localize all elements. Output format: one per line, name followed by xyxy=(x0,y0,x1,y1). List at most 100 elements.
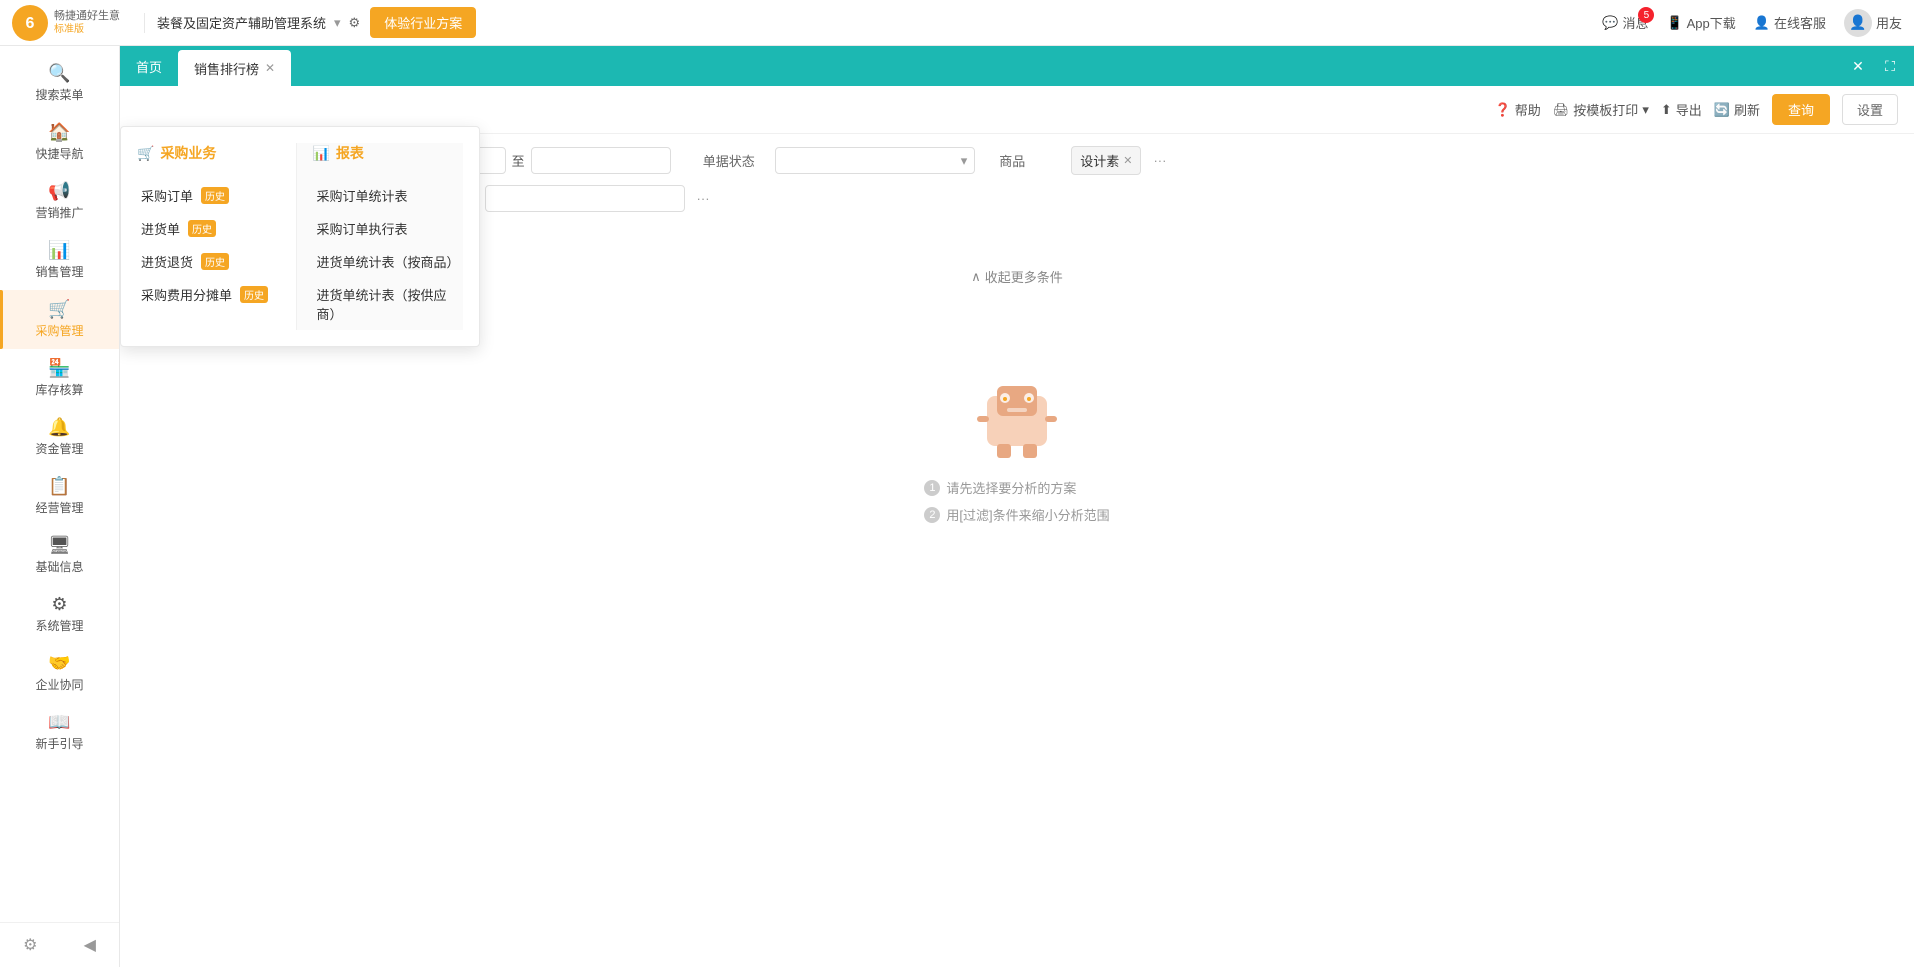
salesman-input[interactable] xyxy=(485,185,685,212)
logo-area: 6 畅捷通好生意 标准版 xyxy=(12,5,132,41)
tab-home[interactable]: 首页 xyxy=(120,46,178,86)
sidebar-item-search[interactable]: 🔍 搜索菜单 xyxy=(0,54,119,113)
logo-text: 畅捷通好生意 标准版 xyxy=(54,9,120,36)
system-chevron-icon[interactable]: ▾ xyxy=(334,15,341,31)
status-filter: ▾ xyxy=(775,147,968,174)
topbar: 6 畅捷通好生意 标准版 装餐及固定资产辅助管理系统 ▾ ⚙ 体验行业方案 💬 … xyxy=(0,0,1914,46)
empty-tips: 1 请先选择要分析的方案 2 用[过滤]条件来缩小分析范围 xyxy=(924,478,1109,524)
sidebar-item-purchase[interactable]: 🛒 采购管理 xyxy=(0,290,119,349)
sidebar-item-quick[interactable]: 🏠 快捷导航 xyxy=(0,113,119,172)
dropdown-item-order-stat[interactable]: 采购订单统计表 xyxy=(313,179,464,212)
collapse-up-icon: ∧ xyxy=(971,269,981,285)
dropdown-purchase-title: 🛒 采购业务 xyxy=(137,143,288,167)
sidebar-bottom: ⚙ ◀ xyxy=(0,922,119,967)
salesman-filter xyxy=(485,185,685,212)
collab-icon: 🤝 xyxy=(48,654,70,672)
hist-badge: 历史 xyxy=(201,253,229,270)
content-area: ❓ 帮助 🖨 按模板打印 ▾ ⬆ 导出 🔄 刷新 xyxy=(120,86,1914,967)
sidebar-item-inventory[interactable]: 🏪 库存核算 xyxy=(0,349,119,408)
purchase-dropdown-menu: 🛒 采购业务 采购订单 历史 进货单 历史 进货退货 xyxy=(120,126,480,347)
sidebar-item-system[interactable]: ⚙ 系统管理 xyxy=(0,585,119,644)
print-btn[interactable]: 🖨 按模板打印 ▾ xyxy=(1553,100,1649,119)
sidebar-item-marketing[interactable]: 📢 营销推广 xyxy=(0,172,119,231)
date-to-input[interactable]: 2024-12-31 xyxy=(531,147,671,174)
help-icon: ❓ xyxy=(1495,102,1511,118)
sidebar: 🔍 搜索菜单 🏠 快捷导航 📢 营销推广 📊 销售管理 🛒 采购管理 🏪 库存核… xyxy=(0,46,120,967)
goods-filter-tag: 设计素 ✕ xyxy=(1071,146,1141,175)
sidebar-item-guide[interactable]: 📖 新手引导 xyxy=(0,703,119,762)
svg-text:6: 6 xyxy=(26,15,35,32)
refresh-icon: 🔄 xyxy=(1714,102,1730,118)
notification-badge: 5 xyxy=(1638,7,1654,23)
salesman-more-btn[interactable]: ··· xyxy=(697,191,710,206)
tabbar-controls: ✕ ⛶ xyxy=(1842,50,1914,82)
empty-state: 1 请先选择要分析的方案 2 用[过滤]条件来缩小分析范围 xyxy=(120,306,1914,584)
hist-badge: 历史 xyxy=(240,286,268,303)
main-content: 首页 销售排行榜 ✕ ✕ ⛶ ❓ 帮助 🖨 xyxy=(120,46,1914,967)
goods-tag-close-icon[interactable]: ✕ xyxy=(1123,154,1132,167)
finance-icon: 🔔 xyxy=(48,418,70,436)
dropdown-item-purchase-expense[interactable]: 采购费用分摊单 历史 xyxy=(137,278,288,311)
tabbar: 首页 销售排行榜 ✕ ✕ ⛶ xyxy=(120,46,1914,86)
sidebar-item-sales[interactable]: 📊 销售管理 xyxy=(0,231,119,290)
home-icon: 🏠 xyxy=(48,123,70,141)
report-title-icon: 📊 xyxy=(313,145,330,162)
settings-icon[interactable]: ⚙ xyxy=(349,15,361,31)
export-btn[interactable]: ⬆ 导出 xyxy=(1661,100,1702,119)
guide-icon: 📖 xyxy=(48,713,70,731)
print-icon: 🖨 xyxy=(1553,102,1570,118)
tab-close-btn[interactable]: ✕ xyxy=(1842,50,1874,82)
sidebar-item-collab[interactable]: 🤝 企业协同 xyxy=(0,644,119,703)
export-icon: ⬆ xyxy=(1661,102,1672,118)
goods-more-btn[interactable]: ··· xyxy=(1153,153,1166,168)
status-label: 单据状态 xyxy=(703,151,763,170)
user-menu[interactable]: 👤 用友 xyxy=(1844,9,1902,37)
operation-icon: 📋 xyxy=(48,477,70,495)
purchase-title-icon: 🛒 xyxy=(137,145,154,162)
purchase-icon: 🛒 xyxy=(48,300,70,318)
status-input[interactable] xyxy=(775,147,975,174)
main-layout: 🔍 搜索菜单 🏠 快捷导航 📢 营销推广 📊 销售管理 🛒 采购管理 🏪 库存核… xyxy=(0,46,1914,967)
app-icon: 📱 xyxy=(1666,15,1682,31)
dropdown-item-purchase-order[interactable]: 采购订单 历史 xyxy=(137,179,288,212)
empty-tip-1: 1 请先选择要分析的方案 xyxy=(924,478,1109,497)
refresh-btn[interactable]: 🔄 刷新 xyxy=(1714,100,1760,119)
search-icon: 🔍 xyxy=(48,64,70,82)
tab-close-icon[interactable]: ✕ xyxy=(265,61,275,75)
sidebar-settings-btn[interactable]: ⚙ xyxy=(23,935,37,955)
system-title: 装餐及固定资产辅助管理系统 ▾ xyxy=(157,13,341,32)
dropdown-col-purchase: 🛒 采购业务 采购订单 历史 进货单 历史 进货退货 xyxy=(137,143,288,330)
sidebar-item-operation[interactable]: 📋 经营管理 xyxy=(0,467,119,526)
dropdown-item-inbound[interactable]: 进货单 历史 xyxy=(137,212,288,245)
empty-illustration xyxy=(967,366,1067,466)
inventory-icon: 🏪 xyxy=(48,359,70,377)
sidebar-collapse-btn[interactable]: ◀ xyxy=(84,935,96,955)
dropdown-report-title: 📊 报表 xyxy=(313,143,464,167)
dropdown-item-inbound-stat-goods[interactable]: 进货单统计表（按商品） xyxy=(313,245,464,278)
hist-badge: 历史 xyxy=(188,220,216,237)
tab-sales-rank[interactable]: 销售排行榜 ✕ xyxy=(178,50,291,86)
tab-maximize-btn[interactable]: ⛶ xyxy=(1874,50,1906,82)
notification-btn[interactable]: 💬 消息 5 xyxy=(1602,13,1648,32)
dropdown-col-report: 📊 报表 采购订单统计表 采购订单执行表 进货单统计表（按商品） xyxy=(296,143,464,330)
empty-tip-2: 2 用[过滤]条件来缩小分析范围 xyxy=(924,505,1109,524)
user-avatar: 👤 xyxy=(1844,9,1872,37)
marketing-icon: 📢 xyxy=(48,182,70,200)
settings-page-btn[interactable]: 设置 xyxy=(1842,94,1898,125)
basic-icon: 🖥 xyxy=(48,536,71,554)
dropdown-columns: 🛒 采购业务 采购订单 历史 进货单 历史 进货退货 xyxy=(137,143,463,330)
online-service-btn[interactable]: 👤 在线客服 xyxy=(1754,13,1826,32)
query-btn[interactable]: 查询 xyxy=(1772,94,1830,125)
message-icon: 💬 xyxy=(1602,15,1618,31)
status-dropdown-icon[interactable]: ▾ xyxy=(961,153,968,169)
print-chevron-icon: ▾ xyxy=(1642,102,1649,118)
app-download-btn[interactable]: 📱 App下载 xyxy=(1666,13,1735,32)
industry-btn[interactable]: 体验行业方案 xyxy=(370,7,476,38)
help-btn[interactable]: ❓ 帮助 xyxy=(1495,100,1541,119)
sidebar-item-finance[interactable]: 🔔 资金管理 xyxy=(0,408,119,467)
dropdown-item-inbound-stat-supplier[interactable]: 进货单统计表（按供应商） xyxy=(313,278,464,330)
brand-logo-icon: 6 xyxy=(12,5,48,41)
sidebar-item-basic[interactable]: 🖥 基础信息 xyxy=(0,526,119,585)
dropdown-item-inbound-return[interactable]: 进货退货 历史 xyxy=(137,245,288,278)
dropdown-item-order-exec[interactable]: 采购订单执行表 xyxy=(313,212,464,245)
